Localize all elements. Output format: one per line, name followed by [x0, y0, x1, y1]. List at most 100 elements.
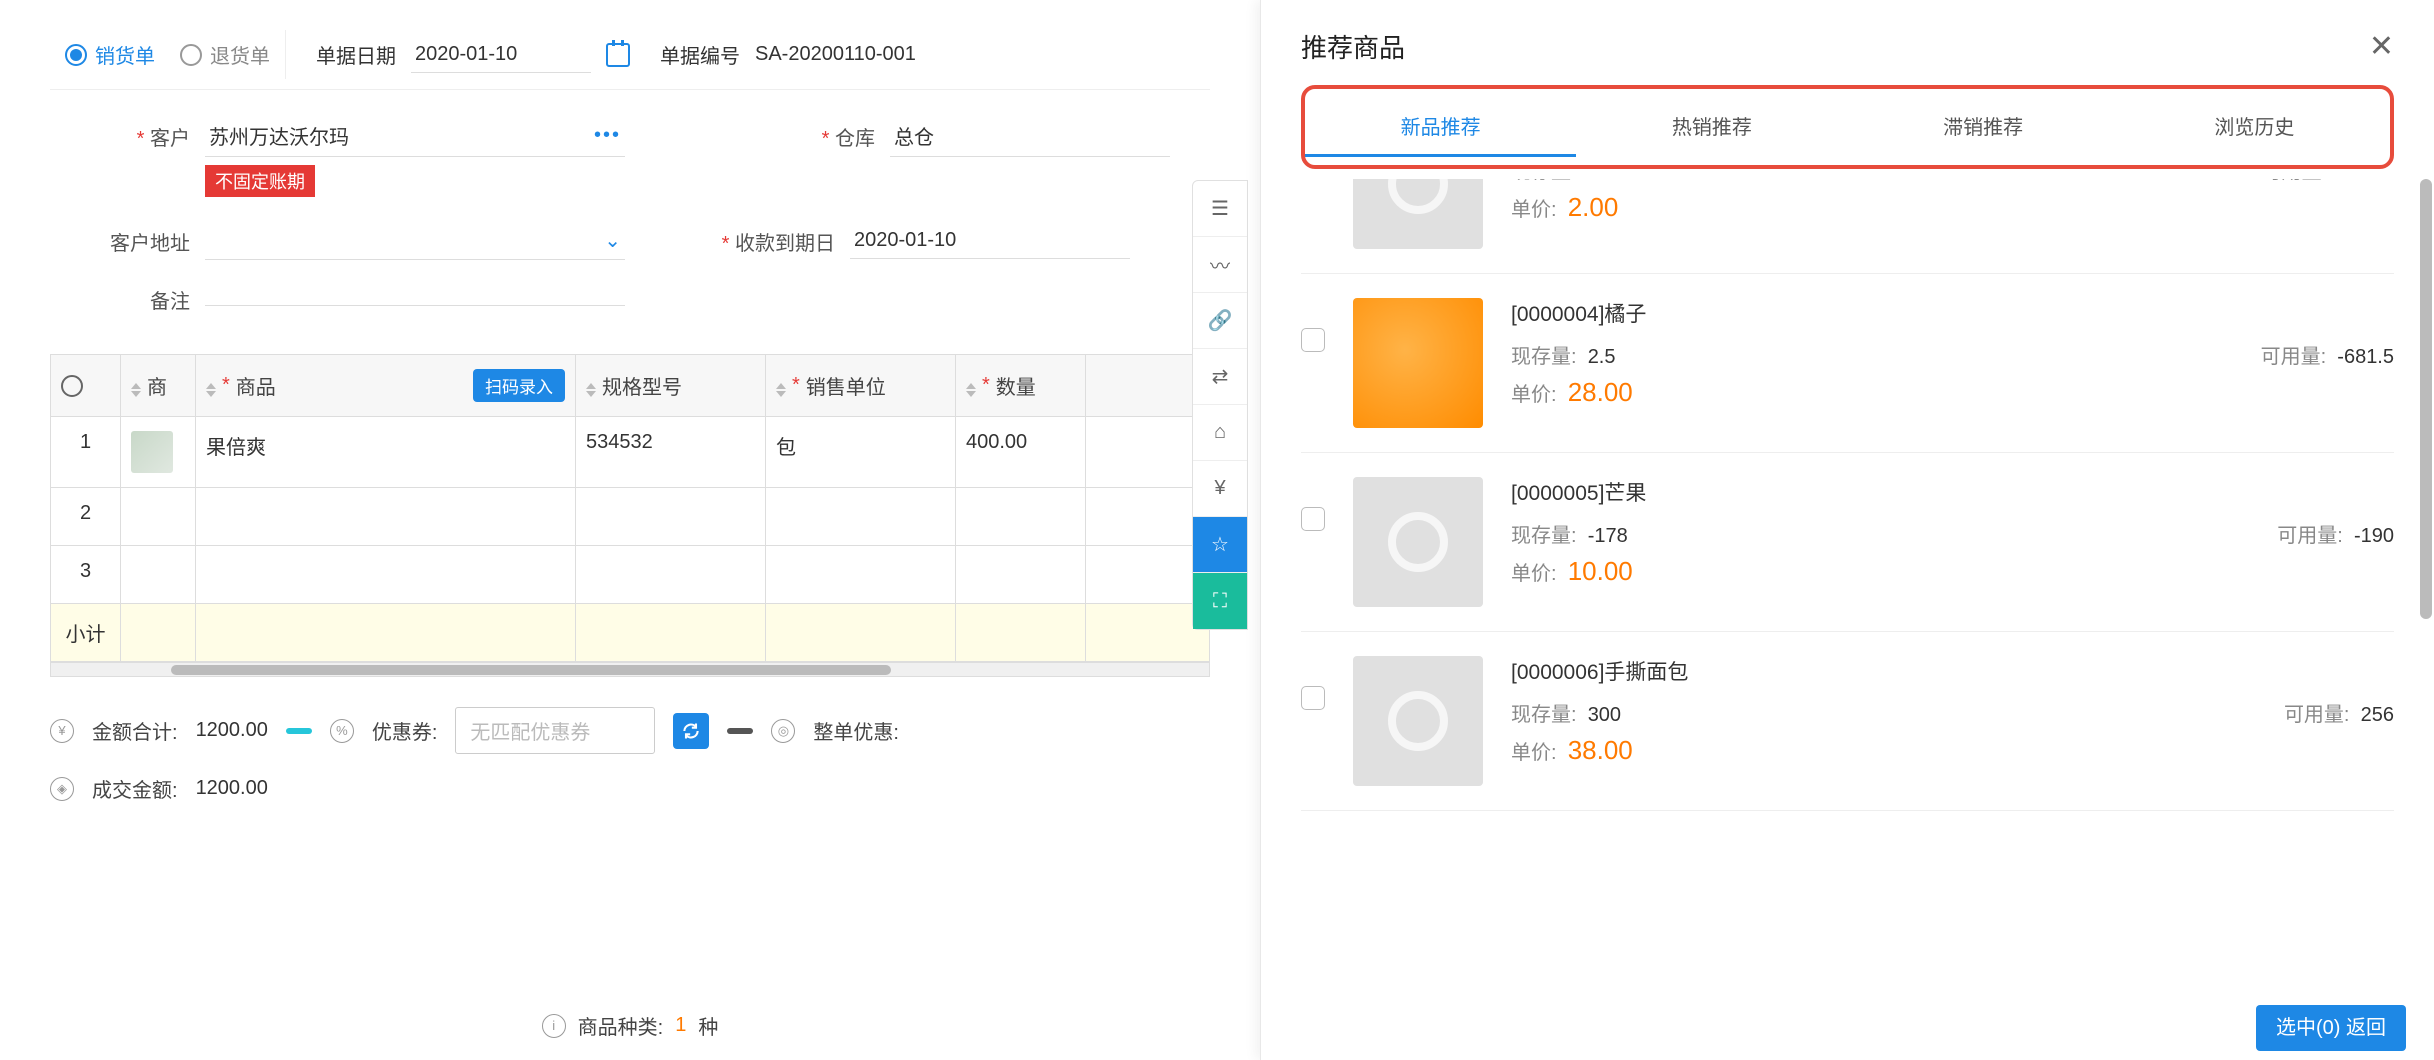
kind-label: 商品种类: [578, 1011, 664, 1040]
col-unit: 销售单位 [806, 371, 886, 400]
date-label: 单据日期 [316, 40, 396, 69]
sort-icon[interactable] [966, 383, 976, 389]
radio-icon [65, 44, 87, 66]
yen-icon: ¥ [50, 719, 74, 743]
addr-label: 客户地址 [50, 227, 190, 256]
amount-value: 1200.00 [196, 719, 268, 742]
deal-icon: ◈ [50, 777, 74, 801]
bottom-summary: i 商品种类: 1 种 [0, 1011, 1260, 1040]
tab-slow[interactable]: 滞销推荐 [1848, 97, 2119, 157]
gear-icon[interactable] [61, 375, 83, 397]
close-icon[interactable]: ✕ [2369, 29, 2394, 64]
tabs-highlight: 新品推荐 热销推荐 滞销推荐 浏览历史 [1301, 85, 2394, 169]
col-spec: 规格型号 [602, 371, 682, 400]
select-return-button[interactable]: 选中(0) 返回 [2256, 1005, 2406, 1051]
warehouse-value: 总仓 [894, 121, 934, 150]
warehouse-label: 仓库 [735, 122, 875, 151]
col-qty: 数量 [996, 371, 1036, 400]
coupon-label: 优惠券: [372, 716, 438, 745]
sort-icon[interactable] [206, 383, 216, 389]
tool-link-icon[interactable]: 🔗 [1193, 293, 1247, 349]
tab-history[interactable]: 浏览历史 [2119, 97, 2390, 157]
date-input[interactable]: 2020-01-10 [411, 37, 591, 73]
tool-receipt-icon[interactable]: ⌂ [1193, 405, 1247, 461]
side-toolbar: ☰ 〰 🔗 ⇄ ⌂ ¥ ☆ ⛶ [1192, 180, 1248, 630]
doc-date: 单据日期 2020-01-10 [316, 37, 630, 73]
product-item[interactable]: [0000005]芒果 现存量: -178 可用量: -190 单价: 10.0… [1301, 453, 2394, 632]
tab-sales-label: 销货单 [95, 40, 155, 69]
header-row: 销货单 退货单 单据日期 2020-01-10 单据编号 SA-20200110… [50, 20, 1210, 90]
addr-input[interactable]: ⌄ [205, 222, 625, 260]
table-row[interactable]: 3 [51, 546, 1209, 604]
recommend-panel: 推荐商品 ✕ 新品推荐 热销推荐 滞销推荐 浏览历史 250ml 现存量: 19… [1260, 0, 2434, 1060]
kind-value: 1 [675, 1014, 686, 1037]
minus-icon [727, 728, 753, 734]
remark-input[interactable] [205, 293, 625, 306]
duedate-input[interactable]: 2020-01-10 [850, 223, 1130, 259]
warehouse-input[interactable]: 总仓 [890, 115, 1170, 157]
checkbox[interactable] [1301, 686, 1325, 710]
tab-new[interactable]: 新品推荐 [1305, 97, 1576, 157]
remark-label: 备注 [50, 285, 190, 314]
v-scrollbar[interactable] [2420, 179, 2432, 619]
table-row[interactable]: 1 果倍爽 534532 包 400.00 [51, 417, 1209, 488]
discount-icon: ◎ [771, 719, 795, 743]
tool-exchange-icon[interactable]: ⇄ [1193, 349, 1247, 405]
panel-title: 推荐商品 [1301, 28, 1405, 65]
coupon-input[interactable]: 无匹配优惠券 [455, 707, 655, 754]
product-item[interactable]: [0000006]手撕面包 现存量: 300 可用量: 256 单价: 38.0… [1301, 632, 2394, 811]
tool-chart-icon[interactable]: 〰 [1193, 237, 1247, 293]
calendar-icon[interactable] [606, 43, 630, 67]
subtotal-row: 小计 [51, 604, 1209, 662]
tool-note-icon[interactable]: ☰ [1193, 181, 1247, 237]
tab-return-label: 退货单 [210, 40, 270, 69]
checkbox[interactable] [1301, 328, 1325, 352]
docno-value: SA-20200110-001 [755, 43, 916, 66]
line-items-grid: 商 *商品扫码录入 规格型号 *销售单位 *数量 1 果倍爽 534532 包 … [50, 354, 1210, 677]
checkbox[interactable] [1301, 507, 1325, 531]
product-image [1353, 656, 1483, 786]
table-row[interactable]: 2 [51, 488, 1209, 546]
tool-expand-icon[interactable]: ⛶ [1193, 573, 1247, 629]
customer-label: 客户 [50, 122, 190, 151]
product-image [1353, 298, 1483, 428]
coupon-icon: % [330, 719, 354, 743]
scan-button[interactable]: 扫码录入 [473, 369, 565, 402]
radio-icon [180, 44, 202, 66]
refresh-button[interactable] [673, 713, 709, 749]
tool-star-icon[interactable]: ☆ [1193, 517, 1247, 573]
kind-unit: 种 [698, 1011, 718, 1040]
product-image [1353, 477, 1483, 607]
doc-number: 单据编号 SA-20200110-001 [660, 40, 916, 69]
col-name: 商品 [236, 371, 276, 400]
customer-input[interactable]: 苏州万达沃尔玛 ••• [205, 115, 625, 157]
sort-icon[interactable] [586, 383, 596, 389]
sort-icon[interactable] [131, 383, 141, 389]
credit-badge: 不固定账期 [205, 165, 315, 197]
product-image [1353, 179, 1483, 249]
product-thumb [131, 431, 173, 473]
docno-label: 单据编号 [660, 40, 740, 69]
product-name: [0000004]橘子 [1511, 298, 2394, 328]
deal-label: 成交金额: [92, 774, 178, 803]
doc-type-tabs: 销货单 退货单 [50, 30, 286, 79]
ellipsis-icon[interactable]: ••• [594, 124, 621, 147]
minus-icon [286, 728, 312, 734]
product-item[interactable]: 250ml 现存量: 19952 可用量: 19903 单价: 2.00 [1301, 179, 2394, 274]
tab-return[interactable]: 退货单 [180, 40, 270, 69]
duedate-value: 2020-01-10 [854, 229, 956, 252]
date-value: 2020-01-10 [415, 43, 517, 66]
subtotal-label: 小计 [51, 604, 121, 661]
product-list[interactable]: 250ml 现存量: 19952 可用量: 19903 单价: 2.00 [00… [1261, 179, 2434, 939]
tool-currency-icon[interactable]: ¥ [1193, 461, 1247, 517]
product-item[interactable]: [0000004]橘子 现存量: 2.5 可用量: -681.5 单价: 28.… [1301, 274, 2394, 453]
product-name: [0000006]手撕面包 [1511, 656, 2394, 686]
duedate-label: 收款到期日 [695, 227, 835, 256]
tab-hot[interactable]: 热销推荐 [1576, 97, 1847, 157]
amount-label: 金额合计: [92, 716, 178, 745]
tab-sales[interactable]: 销货单 [65, 40, 155, 69]
info-icon: i [542, 1014, 566, 1038]
h-scrollbar[interactable] [51, 662, 1209, 676]
chevron-down-icon: ⌄ [604, 228, 621, 253]
sort-icon[interactable] [776, 383, 786, 389]
